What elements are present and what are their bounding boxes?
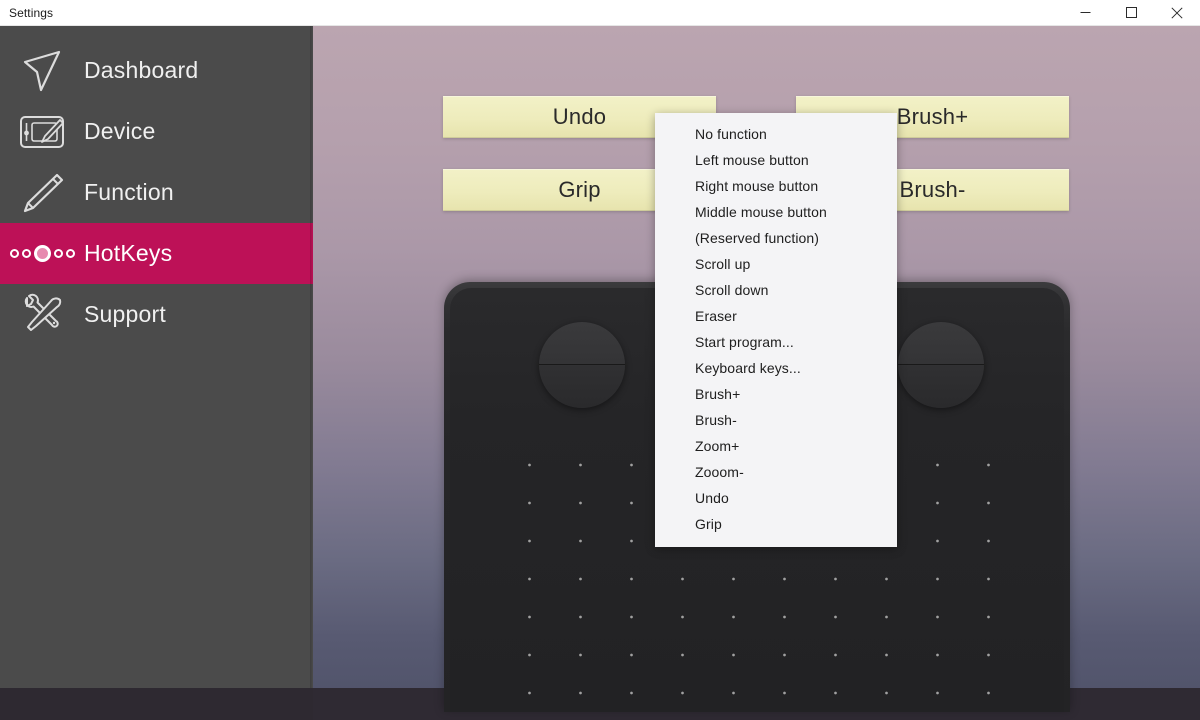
minimize-button[interactable] (1062, 0, 1108, 26)
wrench-hammer-icon (0, 284, 84, 345)
menu-item[interactable]: Right mouse button (655, 173, 897, 199)
window-title: Settings (9, 5, 54, 20)
main-stage: Undo Brush+ Grip Brush- No function Left… (313, 26, 1200, 720)
window-controls (1062, 0, 1200, 26)
menu-item[interactable]: Start program... (655, 329, 897, 355)
sidebar-bottom-bar (0, 688, 313, 720)
menu-item[interactable]: (Reserved function) (655, 225, 897, 251)
maximize-icon (1125, 7, 1137, 18)
menu-item[interactable]: Eraser (655, 303, 897, 329)
sidebar-item-support[interactable]: Support (0, 284, 313, 345)
menu-item[interactable]: Brush+ (655, 381, 897, 407)
menu-item[interactable]: Scroll down (655, 277, 897, 303)
sidebar-item-label: Support (84, 301, 166, 327)
menu-item[interactable]: No function (655, 121, 897, 147)
menu-item[interactable]: Keyboard keys... (655, 355, 897, 381)
tablet-dial-left (539, 322, 625, 408)
hotkey-dots-icon (0, 223, 84, 284)
menu-item[interactable]: Undo (655, 485, 897, 511)
menu-item[interactable]: Scroll up (655, 251, 897, 277)
tablet-pen-icon (0, 101, 84, 162)
sidebar-item-label: Dashboard (84, 57, 199, 83)
sidebar-item-hotkeys[interactable]: HotKeys (0, 223, 313, 284)
stylus-pen-icon (0, 162, 84, 223)
menu-item[interactable]: Left mouse button (655, 147, 897, 173)
navigation-arrow-icon (0, 40, 84, 101)
menu-item[interactable]: Zoom+ (655, 433, 897, 459)
close-button[interactable] (1154, 0, 1200, 26)
sidebar-item-function[interactable]: Function (0, 162, 313, 223)
sidebar-item-label: Function (84, 179, 174, 205)
sidebar: Dashboard Device Function HotKeys Suppor… (0, 26, 313, 720)
tablet-dial-right (898, 322, 984, 408)
maximize-button[interactable] (1108, 0, 1154, 26)
app-body: Dashboard Device Function HotKeys Suppor… (0, 26, 1200, 720)
function-assign-menu[interactable]: No function Left mouse button Right mous… (655, 113, 897, 547)
menu-item[interactable]: Brush- (655, 407, 897, 433)
menu-item[interactable]: Zooom- (655, 459, 897, 485)
minimize-icon (1080, 12, 1090, 13)
menu-item[interactable]: Grip (655, 511, 897, 537)
sidebar-item-label: HotKeys (84, 240, 173, 266)
sidebar-top-spacer (0, 26, 313, 40)
sidebar-item-dashboard[interactable]: Dashboard (0, 40, 313, 101)
title-bar: Settings (0, 0, 1200, 26)
menu-item[interactable]: Middle mouse button (655, 199, 897, 225)
sidebar-item-label: Device (84, 118, 156, 144)
sidebar-item-device[interactable]: Device (0, 101, 313, 162)
close-icon (1171, 6, 1183, 19)
